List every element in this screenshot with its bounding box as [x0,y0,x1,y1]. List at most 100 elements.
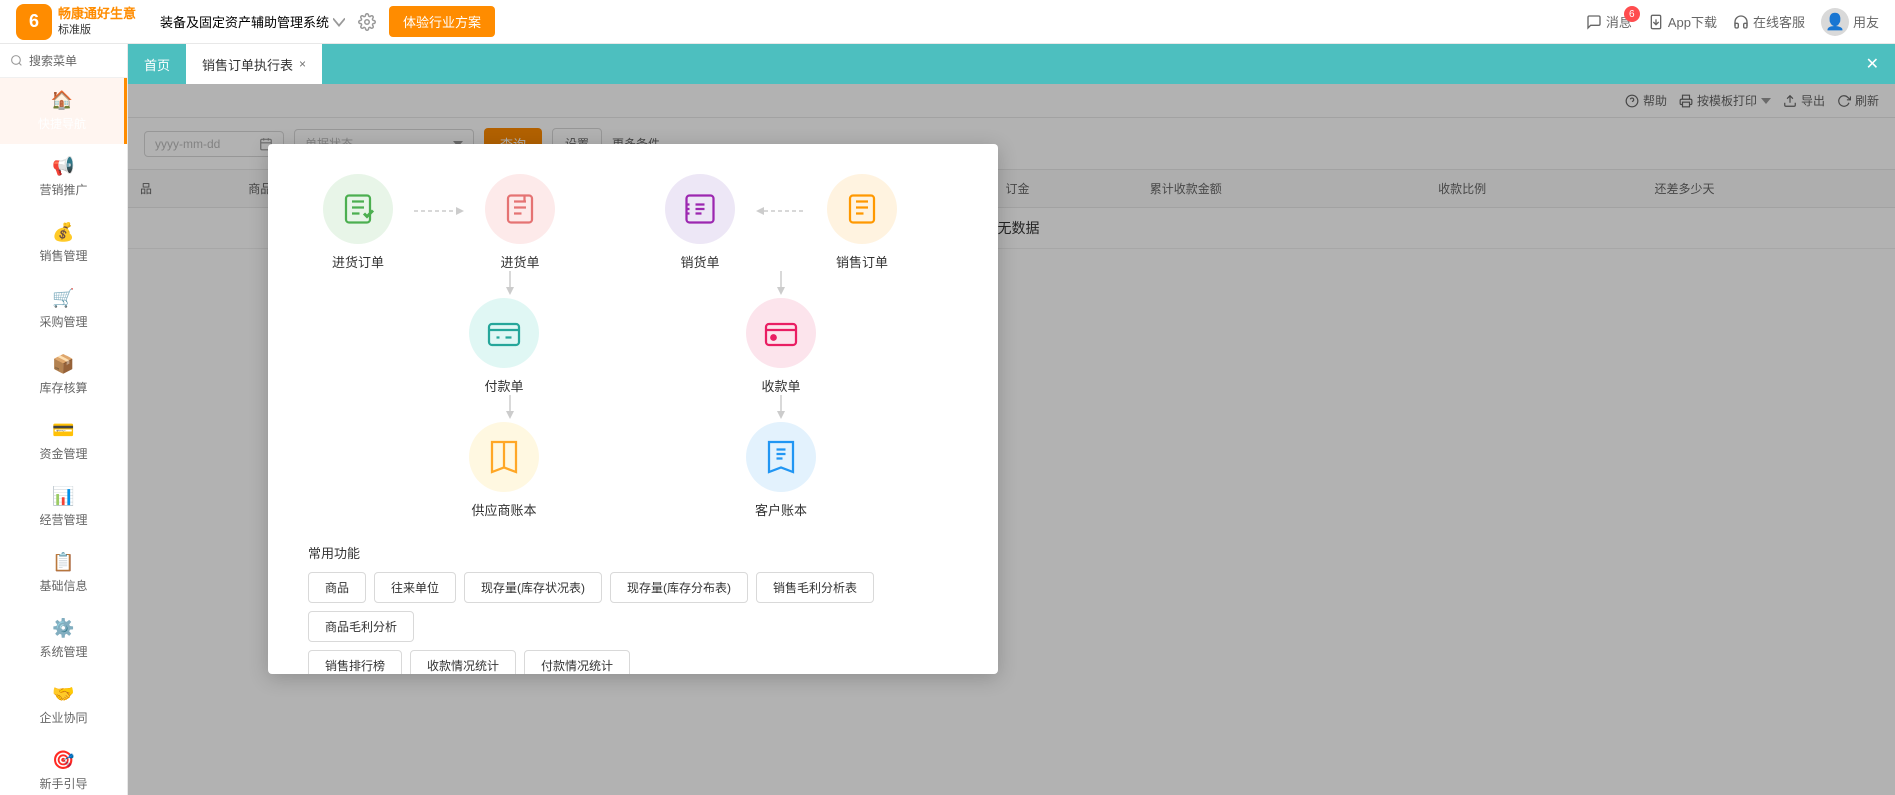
purchase-flow-col: 进货订单 [308,174,570,519]
sale-order-icon [844,191,880,227]
receipt-circle [746,298,816,368]
main-area: 搜索菜单 🏠 快捷导航 📢 营销推广 💰 销售管理 🛒 采购管理 📦 库存核算 [0,44,1895,795]
sidebar-search[interactable]: 搜索菜单 [0,44,127,78]
inventory-icon: 📦 [52,354,74,375]
system-title: 装备及固定资产辅助管理系统 [160,12,329,31]
marketing-icon: 📢 [52,156,74,177]
modal-content: 进货订单 [268,144,998,674]
flow-item-purchase-order[interactable]: 进货订单 [308,174,408,271]
top-right-actions: 消息 6 App下载 在线客服 👤 用友 [1586,8,1879,36]
purchase-icon: 🛒 [52,288,74,309]
download-icon [1648,14,1664,30]
flow-item-payment[interactable]: 付款单 [339,298,539,395]
quick-nav-icon: 🏠 [51,90,73,111]
message-icon [1586,14,1602,30]
collab-icon: 🤝 [52,684,74,705]
sidebar-item-system[interactable]: ⚙️ 系统管理 [0,606,127,672]
arrow-down-2 [374,395,504,422]
gear-icon [358,13,376,31]
user-profile-button[interactable]: 👤 用友 [1821,8,1879,36]
settings-gear-button[interactable] [353,8,381,36]
sidebar: 搜索菜单 🏠 快捷导航 📢 营销推广 💰 销售管理 🛒 采购管理 📦 库存核算 [0,44,128,795]
app-download-button[interactable]: App下载 [1648,12,1717,31]
sales-top-row: 销货单 [650,174,912,271]
tab-bar-close-button[interactable]: ✕ [1850,54,1895,74]
arrow-h-1 [414,205,464,241]
down-arrow-3 [775,271,787,295]
sidebar-item-guide[interactable]: 🎯 新手引导 [0,738,127,795]
sale-bill-icon [682,191,718,227]
avatar: 👤 [1821,8,1849,36]
business-icon: 📊 [52,486,74,507]
down-arrow-2 [504,395,516,419]
sidebar-item-business[interactable]: 📊 经营管理 [0,474,127,540]
purchase-order-icon [340,191,376,227]
func-btn-payment-stats[interactable]: 付款情况统计 [524,650,630,674]
top-center: 装备及固定资产辅助管理系统 体验行业方案 [144,6,1586,37]
customer-ledger-icon [763,439,799,475]
tab-close-button[interactable]: × [299,57,306,71]
finance-icon: 💳 [52,420,74,441]
flow-item-purchase-bill[interactable]: 进货单 [470,174,570,271]
sidebar-item-basic[interactable]: 📋 基础信息 [0,540,127,606]
func-btn-receipt-stats[interactable]: 收款情况统计 [410,650,516,674]
flow-item-supplier-ledger[interactable]: 供应商账本 [339,422,539,519]
tab-home[interactable]: 首页 [128,44,186,84]
sidebar-item-sales[interactable]: 💰 销售管理 [0,210,127,276]
purchase-top-row: 进货订单 [308,174,570,271]
sale-order-circle [827,174,897,244]
func-btn-sales-margin[interactable]: 销售毛利分析表 [756,572,874,603]
tab-bar: 首页 销售订单执行表 × ✕ [128,44,1895,84]
common-functions-section: 常用功能 商品 往来单位 现存量(库存状况表) 现存量(库存分布表) 销售毛利分… [308,543,958,674]
receipt-icon [763,315,799,351]
search-icon [10,54,23,67]
arrow-down-3 [746,271,816,298]
sidebar-item-inventory[interactable]: 📦 库存核算 [0,342,127,408]
down-arrow-4 [775,395,787,419]
payment-circle [469,298,539,368]
payment-icon [486,315,522,351]
system-icon: ⚙️ [52,618,74,639]
func-btn-product-margin[interactable]: 商品毛利分析 [308,611,414,642]
app-container: 6 畅康通好生意 标准版 装备及固定资产辅助管理系统 体验行业方案 消息 [0,0,1895,795]
func-btn-sales-rank[interactable]: 销售排行榜 [308,650,402,674]
supplier-ledger-icon [486,439,522,475]
flow-item-customer-ledger[interactable]: 客户账本 [731,422,831,519]
page-inner: 帮助 按模板打印 导出 刷新 [128,84,1895,795]
trial-button[interactable]: 体验行业方案 [389,6,495,37]
message-button[interactable]: 消息 6 [1586,12,1632,31]
dashed-arrow-right-1 [414,205,464,217]
dropdown-chevron-icon [333,16,345,28]
sale-bill-circle [665,174,735,244]
flow-item-sale-bill[interactable]: 销货单 [650,174,750,271]
tab-sales-order[interactable]: 销售订单执行表 × [186,44,322,84]
system-title-dropdown[interactable]: 装备及固定资产辅助管理系统 [160,12,345,31]
online-service-button[interactable]: 在线客服 [1733,12,1805,31]
sidebar-item-purchase[interactable]: 🛒 采购管理 [0,276,127,342]
sidebar-item-collab[interactable]: 🤝 企业协同 [0,672,127,738]
flow-diagram: 进货订单 [308,174,958,519]
func-btn-contacts[interactable]: 往来单位 [374,572,456,603]
flow-item-receipt[interactable]: 收款单 [731,298,831,395]
logo-icon: 6 [16,4,52,40]
func-btn-inventory-dist[interactable]: 现存量(库存分布表) [610,572,748,603]
purchase-bill-circle [485,174,555,244]
sidebar-item-marketing[interactable]: 📢 营销推广 [0,144,127,210]
sidebar-item-finance[interactable]: 💳 资金管理 [0,408,127,474]
supplier-ledger-circle [469,422,539,492]
sidebar-item-quick[interactable]: 🏠 快捷导航 [0,78,127,144]
modal-box: 进货订单 [268,144,998,674]
message-badge: 6 [1624,6,1640,22]
purchase-bill-icon [502,191,538,227]
flow-item-sale-order[interactable]: 销售订单 [812,174,912,271]
purchase-order-circle [323,174,393,244]
func-btn-product[interactable]: 商品 [308,572,366,603]
common-funcs-title: 常用功能 [308,543,958,562]
logo-area: 6 畅康通好生意 标准版 [16,4,144,40]
sales-icon: 💰 [52,222,74,243]
logo-text: 畅康通好生意 标准版 [58,6,136,37]
func-buttons-row1: 商品 往来单位 现存量(库存状况表) 现存量(库存分布表) 销售毛利分析表 商品… [308,572,958,642]
arrow-down-4 [746,395,816,422]
func-btn-inventory-status[interactable]: 现存量(库存状况表) [464,572,602,603]
down-arrow-1 [504,271,516,295]
